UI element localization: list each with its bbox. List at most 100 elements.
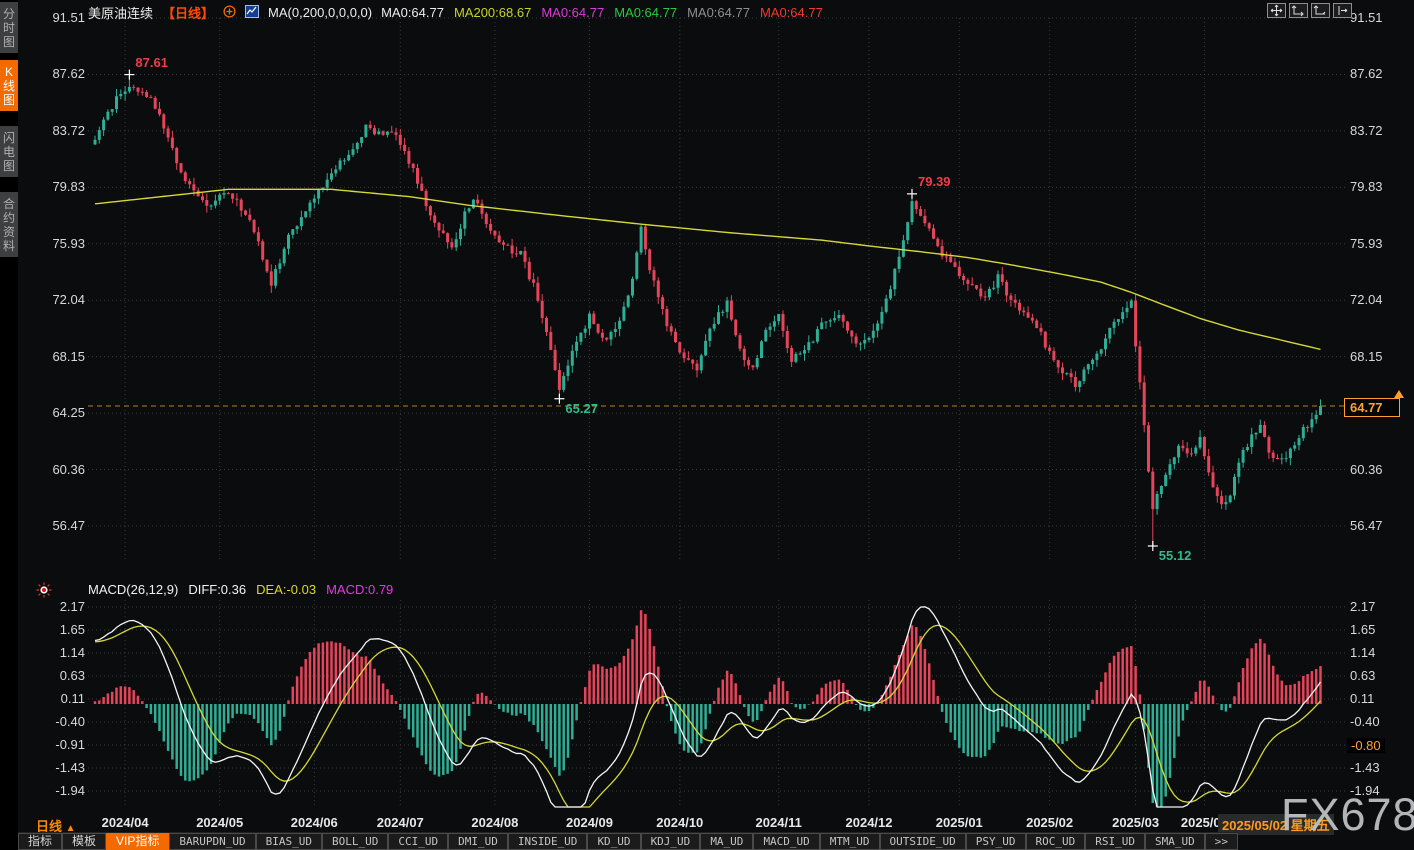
price-axis-label-right: 60.36 bbox=[1350, 462, 1383, 477]
macd-value-label: DEA:-0.03 bbox=[256, 582, 316, 597]
toolbar-pan-icon[interactable] bbox=[1267, 3, 1286, 18]
macd-axis-label-right: 1.14 bbox=[1350, 645, 1375, 660]
ma-value-label: MA0:64.77 bbox=[381, 5, 444, 20]
x-axis-month-label: 2025/02 bbox=[1010, 815, 1090, 830]
indicator-tab-biasud[interactable]: BIAS_UD bbox=[256, 833, 322, 850]
indicator-tab-vip[interactable]: VIP指标 bbox=[106, 833, 169, 850]
indicator-tab-maud[interactable]: MA_UD bbox=[700, 833, 753, 850]
price-axis-label-left: 79.83 bbox=[35, 179, 85, 194]
indicator-tab-cciud[interactable]: CCI_UD bbox=[388, 833, 448, 850]
indicator-tab-kdud[interactable]: KD_UD bbox=[587, 833, 640, 850]
x-axis-month-label: 2024/11 bbox=[739, 815, 819, 830]
toolbar-axis-shift-icon[interactable] bbox=[1333, 3, 1352, 18]
price-up-arrow-icon bbox=[1394, 390, 1404, 398]
x-axis-month-label: 2024/06 bbox=[274, 815, 354, 830]
indicator-tab-[interactable]: >> bbox=[1205, 833, 1238, 850]
indicator-tab-[interactable]: 指标 bbox=[18, 833, 62, 850]
macd-value-label: MACD:0.79 bbox=[326, 582, 393, 597]
macd-axis-label-left: -0.40 bbox=[35, 714, 85, 729]
chart-canvas[interactable] bbox=[0, 0, 1414, 850]
price-axis-label-left: 87.62 bbox=[35, 66, 85, 81]
x-axis-month-label: 2024/09 bbox=[550, 815, 630, 830]
macd-axis-label-right: 0.11 bbox=[1350, 691, 1374, 706]
watermark: FX678 bbox=[1281, 789, 1414, 841]
price-axis-label-left: 60.36 bbox=[35, 462, 85, 477]
ma-values: MA0:64.77 MA200:68.67 MA0:64.77 MA0:64.77 MA… bbox=[381, 5, 823, 20]
indicator-tab-outsideud[interactable]: OUTSIDE_UD bbox=[880, 833, 966, 850]
toolbar-axis-zoom-in-icon[interactable] bbox=[1289, 3, 1308, 18]
indicator-alert-icon[interactable] bbox=[36, 582, 52, 603]
x-axis-month-label: 2024/08 bbox=[455, 815, 535, 830]
ma-value-label: MA200:68.67 bbox=[454, 5, 531, 20]
ma-settings-label: MA(0,200,0,0,0,0) bbox=[268, 5, 372, 20]
x-axis-month-label: 2024/05 bbox=[180, 815, 260, 830]
price-axis-label-left: 56.47 bbox=[35, 518, 85, 533]
indicator-tab-psyud[interactable]: PSY_UD bbox=[966, 833, 1026, 850]
indicator-tab-macdud[interactable]: MACD_UD bbox=[753, 833, 819, 850]
price-axis-label-left: 64.25 bbox=[35, 405, 85, 420]
macd-header: MACD(26,12,9) DIFF:0.36 DEA:-0.03 MACD:0.7… bbox=[88, 582, 393, 597]
price-axis-label-left: 83.72 bbox=[35, 123, 85, 138]
macd-axis-label-right: 0.63 bbox=[1350, 668, 1375, 683]
indicator-tab-barupdnud[interactable]: BARUPDN_UD bbox=[169, 833, 255, 850]
price-axis-label-right: 91.51 bbox=[1350, 10, 1383, 25]
indicator-tab-rocud[interactable]: ROC_UD bbox=[1026, 833, 1086, 850]
sidebar-tab-1[interactable]: 分时图 bbox=[0, 2, 18, 53]
price-axis-label-right: 75.93 bbox=[1350, 236, 1383, 251]
period-tag: 【日线】 bbox=[162, 3, 214, 22]
trading-app-window: 分时图 K线图闪电图合约资料 美原油连续 【日线】 MA(0,200,0,0,0,… bbox=[0, 0, 1414, 850]
macd-axis-label-left: 1.65 bbox=[35, 622, 85, 637]
symbol-title: 美原油连续 bbox=[88, 3, 153, 22]
macd-axis-label-left: 0.11 bbox=[35, 691, 85, 706]
current-price-box: 64.77 bbox=[1344, 398, 1400, 417]
indicator-tab-dmiud[interactable]: DMI_UD bbox=[448, 833, 508, 850]
price-axis-label-right: 72.04 bbox=[1350, 292, 1383, 307]
price-annotation: 65.27 bbox=[565, 401, 598, 416]
indicator-tab-kdjud[interactable]: KDJ_UD bbox=[641, 833, 701, 850]
price-axis-label-right: 87.62 bbox=[1350, 66, 1383, 81]
price-axis-label-left: 68.15 bbox=[35, 349, 85, 364]
indicator-tab-mtmud[interactable]: MTM_UD bbox=[820, 833, 880, 850]
price-axis-label-left: 72.04 bbox=[35, 292, 85, 307]
macd-axis-label-right: -0.40 bbox=[1350, 714, 1380, 729]
toolbar-axis-zoom-out-icon[interactable] bbox=[1311, 3, 1330, 18]
price-axis-label-right: 68.15 bbox=[1350, 349, 1383, 364]
macd-axis-label-right: 1.65 bbox=[1350, 622, 1375, 637]
indicator-tab-[interactable]: 模板 bbox=[62, 833, 106, 850]
macd-axis-label-right: 2.17 bbox=[1350, 599, 1375, 614]
ma-value-label: MA0:64.77 bbox=[687, 5, 750, 20]
ma-value-label: MA0:64.77 bbox=[541, 5, 604, 20]
indicator-tab-rsiud[interactable]: RSI_UD bbox=[1085, 833, 1145, 850]
ma-value-label: MA0:64.77 bbox=[760, 5, 823, 20]
chart-type-sidebar: 分时图 K线图闪电图合约资料 bbox=[0, 0, 18, 850]
macd-axis-label-left: 1.14 bbox=[35, 645, 85, 660]
indicator-tabbar: 指标模板VIP指标BARUPDN_UDBIAS_UDBOLL_UDCCI_UDD… bbox=[18, 832, 1238, 850]
indicator-tab-bollud[interactable]: BOLL_UD bbox=[322, 833, 388, 850]
macd-axis-value-box: -0.80 bbox=[1347, 738, 1385, 753]
macd-axis-label-left: -0.91 bbox=[35, 737, 85, 752]
sidebar-tab-3[interactable]: 闪电图 bbox=[0, 126, 18, 177]
sidebar-tab-4[interactable]: 合约资料 bbox=[0, 192, 18, 257]
price-axis-label-right: 83.72 bbox=[1350, 123, 1383, 138]
chart-header: 美原油连续 【日线】 MA(0,200,0,0,0,0) MA0:64.77MA… bbox=[88, 3, 823, 22]
x-axis-month-label: 2024/10 bbox=[640, 815, 720, 830]
price-annotation: 55.12 bbox=[1159, 548, 1192, 563]
price-axis-label-right: 56.47 bbox=[1350, 518, 1383, 533]
ma-value-label: MA0:64.77 bbox=[614, 5, 677, 20]
price-annotation: 79.39 bbox=[918, 174, 951, 189]
macd-axis-label-right: -1.43 bbox=[1350, 760, 1380, 775]
sidebar-tab-2[interactable]: K线图 bbox=[0, 60, 18, 111]
macd-params-label: MACD(26,12,9) bbox=[88, 582, 178, 597]
chart-style-icon[interactable] bbox=[245, 5, 259, 21]
chart-toolbar bbox=[1267, 3, 1352, 18]
price-annotation: 87.61 bbox=[135, 55, 168, 70]
price-axis-label-left: 75.93 bbox=[35, 236, 85, 251]
indicator-tab-insideud[interactable]: INSIDE_UD bbox=[508, 833, 588, 850]
macd-value-label: DIFF:0.36 bbox=[188, 582, 246, 597]
indicator-tab-smaud[interactable]: SMA_UD bbox=[1145, 833, 1205, 850]
x-axis-month-label: 2024/04 bbox=[85, 815, 165, 830]
price-axis-label-right: 79.83 bbox=[1350, 179, 1383, 194]
add-indicator-icon[interactable] bbox=[223, 5, 236, 21]
x-axis-month-label: 2024/12 bbox=[829, 815, 909, 830]
price-axis-label-left: 91.51 bbox=[35, 10, 85, 25]
